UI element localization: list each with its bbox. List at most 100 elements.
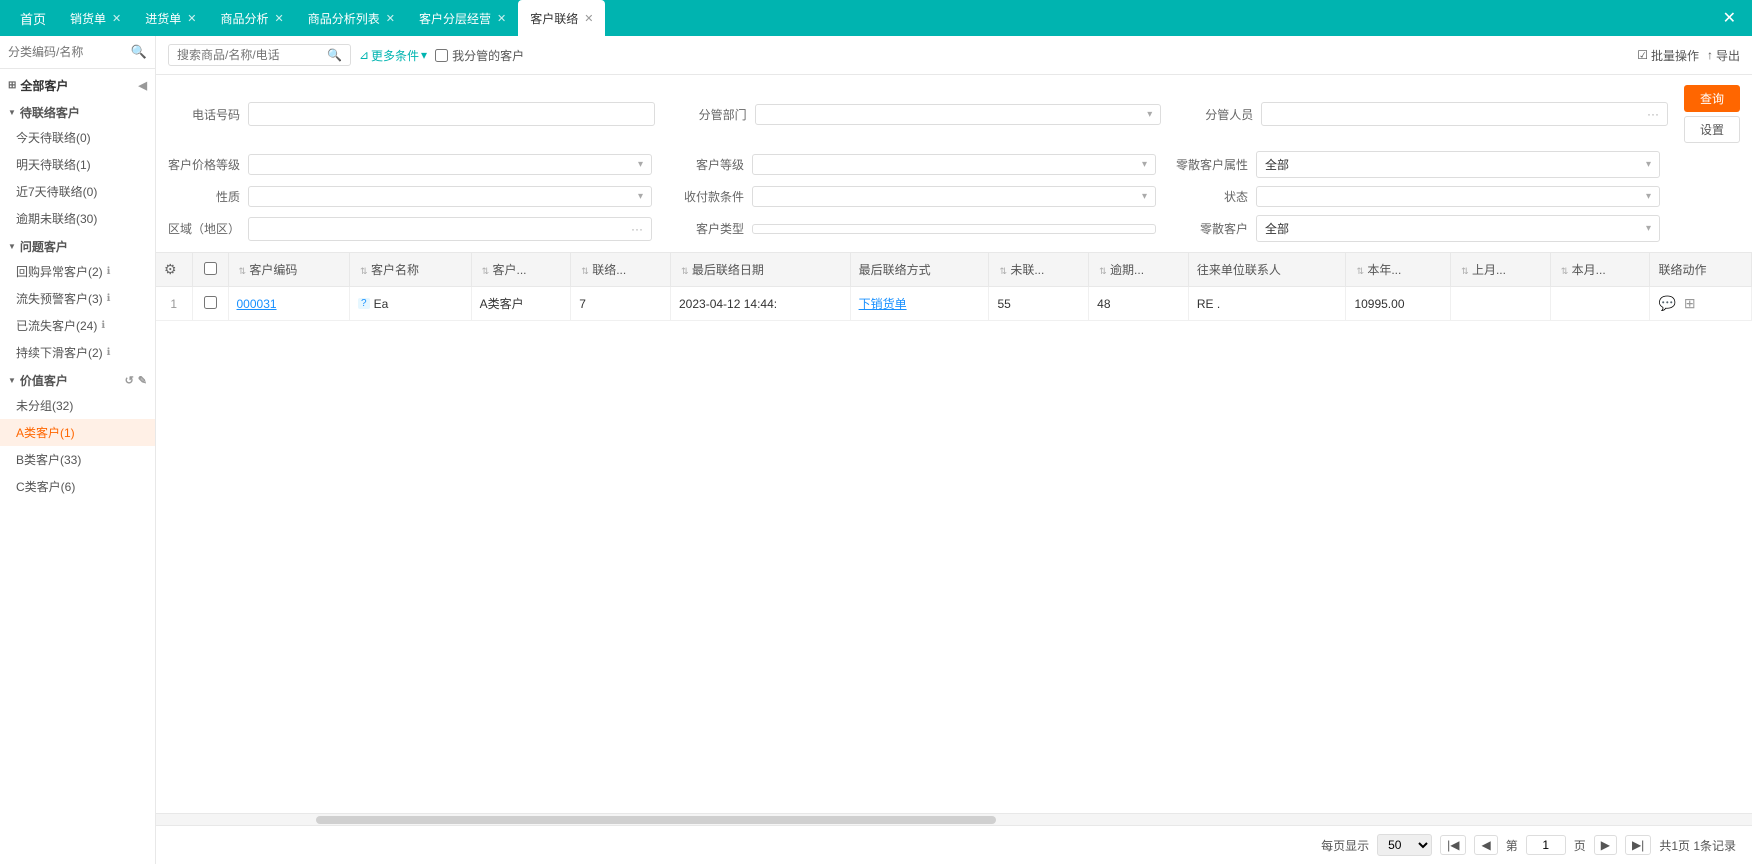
sidebar-item-回购异常客户[interactable]: 回购异常客户(2) ℹ bbox=[0, 258, 155, 285]
qr-action-icon[interactable]: ⊞ bbox=[1684, 295, 1696, 312]
value-icons: ↺ ✎ bbox=[125, 374, 147, 387]
customer-code-link[interactable]: 000031 bbox=[237, 297, 277, 311]
sidebar-section-问题客户[interactable]: ▼ 问题客户 bbox=[0, 232, 155, 258]
dots-icon-2: ··· bbox=[631, 222, 643, 236]
sidebar-item-明天待联络[interactable]: 明天待联络(1) bbox=[0, 151, 155, 178]
sidebar-item-逾期未联络[interactable]: 逾期未联络(30) bbox=[0, 205, 155, 232]
filter-row-1: 电话号码 分管部门 ▾ 分管人员 ··· bbox=[168, 85, 1740, 143]
sidebar-search-icon[interactable]: 🔍 bbox=[131, 44, 147, 60]
main-search-icon[interactable]: 🔍 bbox=[327, 48, 342, 62]
close-tab-4[interactable]: ✕ bbox=[497, 12, 506, 25]
query-btn[interactable]: 查询 bbox=[1684, 85, 1740, 112]
more-conditions-btn[interactable]: ⊿ 更多条件 ▾ bbox=[359, 47, 427, 64]
close-tab-2[interactable]: ✕ bbox=[275, 12, 284, 25]
my-customers-check[interactable] bbox=[435, 49, 448, 62]
label-状态: 状态 bbox=[1176, 188, 1256, 205]
select-区域[interactable]: ··· bbox=[248, 217, 652, 241]
my-customers-checkbox[interactable]: 我分管的客户 bbox=[435, 47, 524, 64]
sidebar-all-customers[interactable]: ⊞ 全部客户 ◀ bbox=[0, 69, 155, 98]
select-零散客户属性[interactable]: 全部 ▾ bbox=[1256, 151, 1660, 178]
info-icon-4[interactable]: ℹ bbox=[107, 347, 111, 358]
nav-tab-商品分析列表[interactable]: 商品分析列表 ✕ bbox=[296, 0, 407, 36]
top-nav: 首页 销货单 ✕ 进货单 ✕ 商品分析 ✕ 商品分析列表 ✕ 客户分层经营 ✕ … bbox=[0, 0, 1752, 36]
main-search-input[interactable] bbox=[177, 48, 327, 62]
cell-checkbox[interactable] bbox=[192, 287, 228, 321]
edit-icon[interactable]: ✎ bbox=[138, 374, 147, 387]
close-tab-3[interactable]: ✕ bbox=[386, 12, 395, 25]
col-last-contact-date[interactable]: ⇅ 最后联络日期 bbox=[671, 253, 851, 287]
select-客户类型[interactable] bbox=[752, 224, 1156, 234]
col-code[interactable]: ⇅ 客户编码 bbox=[228, 253, 350, 287]
select-分管部门[interactable]: ▾ bbox=[755, 104, 1162, 125]
col-this-year[interactable]: ⇅ 本年... bbox=[1346, 253, 1451, 287]
nav-tab-客户联络[interactable]: 客户联络 ✕ bbox=[518, 0, 605, 36]
col-last-month[interactable]: ⇅ 上月... bbox=[1451, 253, 1551, 287]
scrollbar-thumb[interactable] bbox=[316, 816, 996, 824]
nav-tab-商品分析[interactable]: 商品分析 ✕ bbox=[208, 0, 295, 36]
select-分管人员[interactable]: ··· bbox=[1261, 102, 1668, 126]
chat-action-icon[interactable]: 💬 bbox=[1658, 295, 1675, 312]
select-零散客户[interactable]: 全部 ▾ bbox=[1256, 215, 1660, 242]
label-分管人员: 分管人员 bbox=[1181, 106, 1261, 123]
refresh-icon[interactable]: ↺ bbox=[125, 374, 134, 387]
horizontal-scrollbar[interactable] bbox=[156, 813, 1752, 825]
row-checkbox-1[interactable] bbox=[204, 296, 217, 309]
nav-tab-进货单[interactable]: 进货单 ✕ bbox=[133, 0, 208, 36]
input-电话号码[interactable] bbox=[248, 102, 655, 126]
sidebar-item-已流失客户[interactable]: 已流失客户(24) ℹ bbox=[0, 312, 155, 339]
cell-last-contact-method: 下销货单 bbox=[850, 287, 989, 321]
first-page-btn[interactable]: |◀ bbox=[1440, 835, 1466, 855]
sidebar-item-C类客户[interactable]: C类客户(6) bbox=[0, 473, 155, 500]
table-gear-icon[interactable]: ⚙ bbox=[164, 261, 177, 277]
sidebar-item-A类客户[interactable]: A类客户(1) bbox=[0, 419, 155, 446]
close-tab-5[interactable]: ✕ bbox=[584, 12, 593, 25]
page-number-input[interactable] bbox=[1526, 835, 1566, 855]
export-btn[interactable]: ↑ 导出 bbox=[1707, 47, 1740, 64]
window-close-btn[interactable]: ✕ bbox=[1715, 8, 1744, 28]
select-all-checkbox[interactable] bbox=[204, 262, 217, 275]
sidebar-item-B类客户[interactable]: B类客户(33) bbox=[0, 446, 155, 473]
select-性质[interactable]: ▾ bbox=[248, 186, 652, 207]
select-客户价格等级[interactable]: ▾ bbox=[248, 154, 652, 175]
next-page-btn[interactable]: ▶ bbox=[1594, 835, 1617, 855]
last-page-btn[interactable]: ▶| bbox=[1625, 835, 1651, 855]
filter-field-电话号码: 电话号码 bbox=[168, 102, 655, 126]
select-客户等级[interactable]: ▾ bbox=[752, 154, 1156, 175]
last-contact-method-link[interactable]: 下销货单 bbox=[859, 297, 907, 311]
info-icon-3[interactable]: ℹ bbox=[101, 320, 105, 331]
info-icon-2[interactable]: ℹ bbox=[107, 293, 111, 304]
info-icon-1[interactable]: ℹ bbox=[107, 266, 111, 277]
nav-home[interactable]: 首页 bbox=[8, 9, 58, 28]
col-name[interactable]: ⇅ 客户名称 bbox=[350, 253, 472, 287]
filter-icon: ⊿ bbox=[359, 48, 369, 62]
name-cell-content: ? Ea bbox=[358, 297, 463, 311]
nav-tab-客户分层经营[interactable]: 客户分层经营 ✕ bbox=[407, 0, 518, 36]
col-overdue[interactable]: ⇅ 逾期... bbox=[1089, 253, 1189, 287]
select-状态[interactable]: ▾ bbox=[1256, 186, 1660, 207]
batch-op-btn[interactable]: ☑ 批量操作 bbox=[1637, 47, 1699, 64]
col-customer-type[interactable]: ⇅ 客户... bbox=[471, 253, 571, 287]
col-contact-count[interactable]: ⇅ 联络... bbox=[571, 253, 671, 287]
filter-field-性质: 性质 ▾ bbox=[168, 186, 652, 207]
collapse-icon[interactable]: ◀ bbox=[139, 79, 147, 92]
sidebar-item-今天待联络[interactable]: 今天待联络(0) bbox=[0, 124, 155, 151]
sidebar-search-input[interactable] bbox=[8, 45, 131, 59]
sidebar-section-待联络客户[interactable]: ▼ 待联络客户 bbox=[0, 98, 155, 124]
col-checkbox[interactable] bbox=[192, 253, 228, 287]
close-tab-1[interactable]: ✕ bbox=[187, 12, 196, 25]
col-gear[interactable]: ⚙ bbox=[156, 253, 192, 287]
nav-tab-销货单[interactable]: 销货单 ✕ bbox=[58, 0, 133, 36]
sidebar-item-流失预警客户[interactable]: 流失预警客户(3) ℹ bbox=[0, 285, 155, 312]
sidebar-item-未分组[interactable]: 未分组(32) bbox=[0, 392, 155, 419]
col-last-contact-method[interactable]: 最后联络方式 bbox=[850, 253, 989, 287]
col-uncontacted[interactable]: ⇅ 未联... bbox=[989, 253, 1089, 287]
prev-page-btn[interactable]: ◀ bbox=[1474, 835, 1497, 855]
per-page-select[interactable]: 50 100 200 bbox=[1377, 834, 1432, 856]
settings-btn[interactable]: 设置 bbox=[1684, 116, 1740, 143]
sidebar-item-持续下滑客户[interactable]: 持续下滑客户(2) ℹ bbox=[0, 339, 155, 366]
select-收付款条件[interactable]: ▾ bbox=[752, 186, 1156, 207]
col-contact-person[interactable]: 往来单位联系人 bbox=[1188, 253, 1346, 287]
col-this-month[interactable]: ⇅ 本月... bbox=[1550, 253, 1650, 287]
sidebar-item-近7天待联络[interactable]: 近7天待联络(0) bbox=[0, 178, 155, 205]
close-tab-0[interactable]: ✕ bbox=[112, 12, 121, 25]
